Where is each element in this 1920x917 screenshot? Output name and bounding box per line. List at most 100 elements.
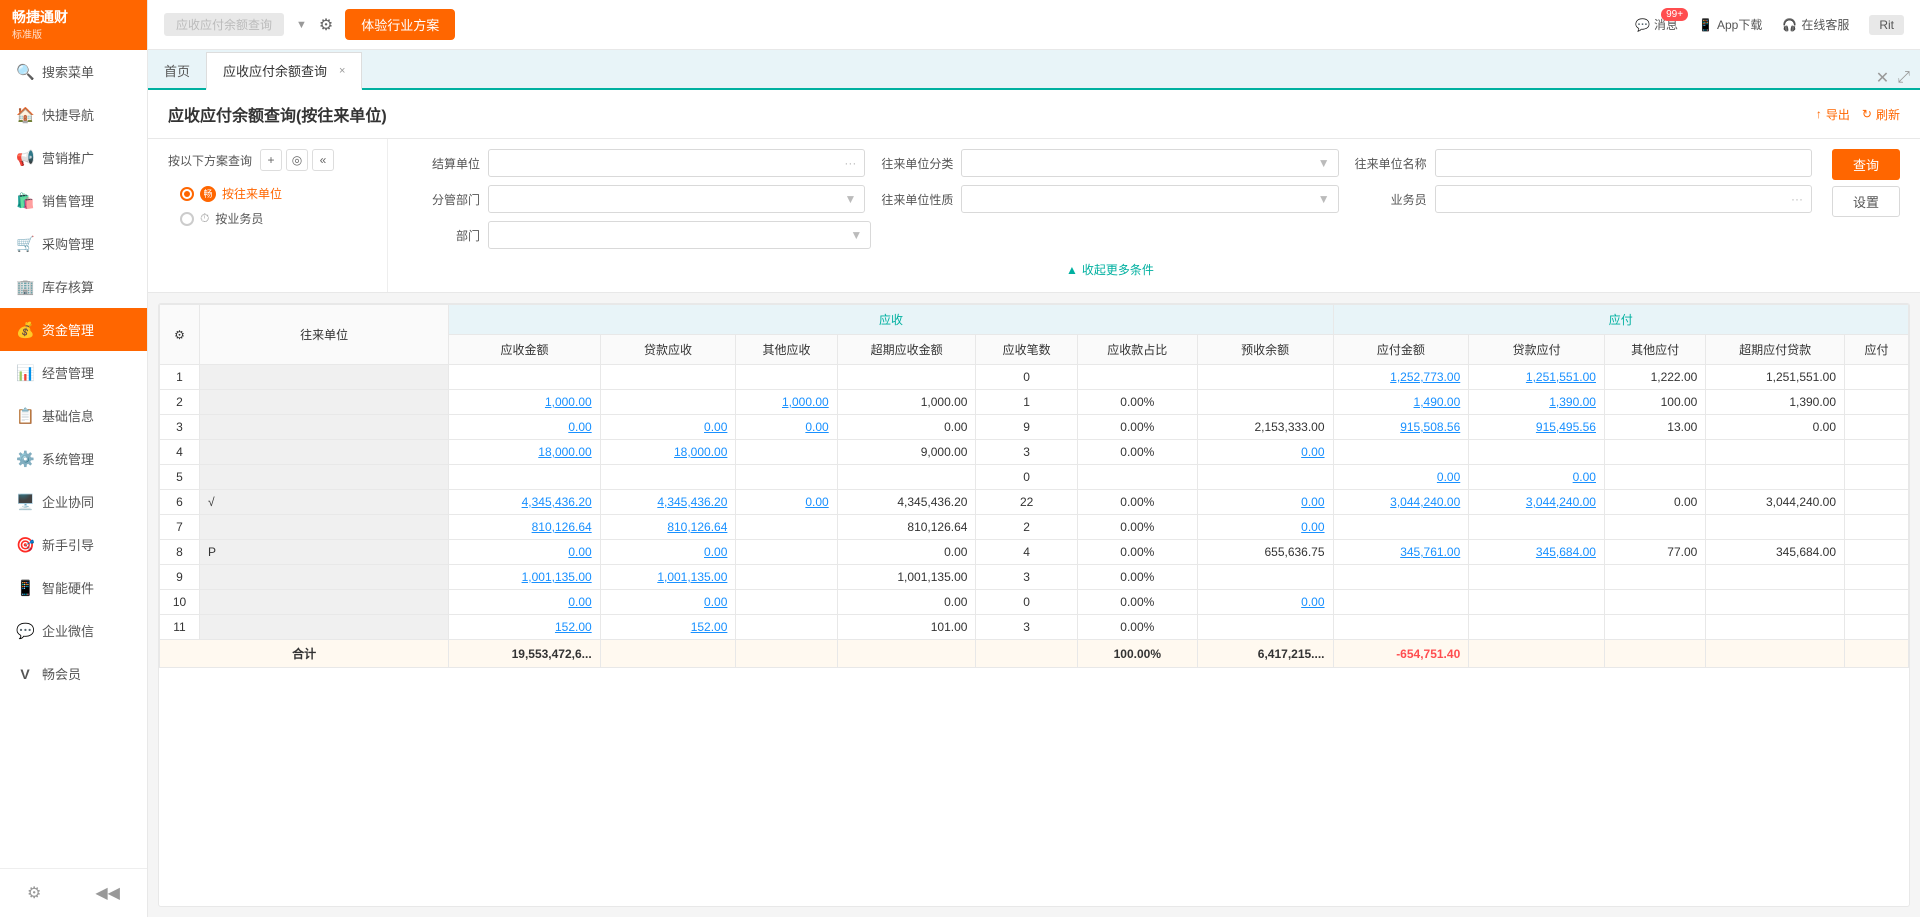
notification-badge: 99+ bbox=[1661, 8, 1688, 21]
salesperson-input[interactable]: ··· bbox=[1435, 185, 1812, 213]
partner-category-arrow: ▼ bbox=[1318, 156, 1330, 170]
partner-nature-input[interactable]: ▼ bbox=[961, 185, 1338, 213]
row-ar-count: 3 bbox=[976, 565, 1077, 590]
total-ap-overdue bbox=[1706, 640, 1845, 668]
add-scheme-icon[interactable]: + bbox=[260, 149, 282, 171]
row-ap-other: 77.00 bbox=[1604, 540, 1705, 565]
edit-scheme-icon[interactable]: ◎ bbox=[286, 149, 308, 171]
sidebar-item-inventory[interactable]: 🏢 库存核算 bbox=[0, 265, 147, 308]
row-ap-amount bbox=[1333, 615, 1469, 640]
notification-btn[interactable]: 💬 消息 99+ bbox=[1635, 16, 1678, 33]
total-ar-overdue bbox=[837, 640, 976, 668]
row-ar-loan: 0.00 bbox=[600, 415, 736, 440]
sidebar-item-purchase[interactable]: 🛒 采购管理 bbox=[0, 222, 147, 265]
set-button[interactable]: 设置 bbox=[1832, 186, 1900, 217]
settlement-dots: ··· bbox=[844, 156, 856, 170]
collapse-chevron-icon: ▲ bbox=[1066, 263, 1078, 277]
sidebar-item-smart-hw[interactable]: 📱 智能硬件 bbox=[0, 566, 147, 609]
finance-icon: 💰 bbox=[16, 321, 34, 339]
row-ar-ratio: 0.00% bbox=[1077, 515, 1197, 540]
tab-close-all-icon[interactable]: ✕ bbox=[1876, 68, 1889, 88]
sales-icon: 🛍️ bbox=[16, 192, 34, 210]
table-settings-icon[interactable]: ⚙ bbox=[174, 328, 185, 342]
row-ar-other bbox=[736, 365, 837, 390]
dept-input[interactable]: ▼ bbox=[488, 221, 871, 249]
row-ar-ratio: 0.00% bbox=[1077, 565, 1197, 590]
row-ar-loan: 4,345,436.20 bbox=[600, 490, 736, 515]
row-ar-ratio: 0.00% bbox=[1077, 590, 1197, 615]
row-ar-loan bbox=[600, 465, 736, 490]
th-settings[interactable]: ⚙ bbox=[160, 305, 200, 365]
row-ar-overdue: 0.00 bbox=[837, 540, 976, 565]
sidebar-item-operations[interactable]: 📊 经营管理 bbox=[0, 351, 147, 394]
dept-manager-input[interactable]: ▼ bbox=[488, 185, 865, 213]
sidebar-item-marketing[interactable]: 📢 营销推广 bbox=[0, 136, 147, 179]
row-ar-prepay: 0.00 bbox=[1197, 515, 1333, 540]
sidebar-item-basic-info[interactable]: 📋 基础信息 bbox=[0, 394, 147, 437]
tab-close-icon[interactable]: × bbox=[339, 65, 345, 77]
main-area: 应收应付余额查询 ▼ ⚙ 体验行业方案 💬 消息 99+ 📱 App下载 🎧 在… bbox=[148, 0, 1920, 917]
row-ap-suffix bbox=[1845, 440, 1909, 465]
row-ap-overdue bbox=[1706, 565, 1845, 590]
sidebar-item-enterprise[interactable]: 🖥️ 企业协同 bbox=[0, 480, 147, 523]
sidebar-item-label: 销售管理 bbox=[42, 191, 94, 210]
row-ap-loan: 1,251,551.00 bbox=[1469, 365, 1605, 390]
row-ar-ratio: 0.00% bbox=[1077, 390, 1197, 415]
sidebar-item-sales[interactable]: 🛍️ 销售管理 bbox=[0, 179, 147, 222]
sidebar-item-newbie[interactable]: 🎯 新手引导 bbox=[0, 523, 147, 566]
wechat-icon: 💬 bbox=[16, 622, 34, 640]
export-btn[interactable]: ↑ 导出 bbox=[1816, 106, 1850, 123]
sidebar-item-label: 新手引导 bbox=[42, 535, 94, 554]
query-button[interactable]: 查询 bbox=[1832, 149, 1900, 180]
scheme-by-partner[interactable]: 畅 按往来单位 bbox=[168, 181, 387, 206]
row-ap-other bbox=[1604, 440, 1705, 465]
settlement-input[interactable]: ··· bbox=[488, 149, 865, 177]
table-container[interactable]: ⚙ 往来单位 应收 应付 应收金额 贷款应收 其他应收 超期应收金额 应收笔数 … bbox=[158, 303, 1910, 907]
row-ap-amount: 345,761.00 bbox=[1333, 540, 1469, 565]
row-ap-loan bbox=[1469, 440, 1605, 465]
row-ar-prepay: 2,153,333.00 bbox=[1197, 415, 1333, 440]
total-ar-amount: 19,553,472,6... bbox=[449, 640, 600, 668]
user-avatar-btn[interactable]: Rit bbox=[1869, 15, 1904, 35]
sidebar-item-label: 基础信息 bbox=[42, 406, 94, 425]
expand-scheme-icon[interactable]: « bbox=[312, 149, 334, 171]
online-service-btn[interactable]: 🎧 在线客服 bbox=[1782, 16, 1849, 33]
sidebar-item-label: 智能硬件 bbox=[42, 578, 94, 597]
total-label-cell: 合计 bbox=[160, 640, 449, 668]
total-ap-other bbox=[1604, 640, 1705, 668]
topbar-dropdown-arrow[interactable]: ▼ bbox=[296, 19, 307, 31]
partner-name-input[interactable] bbox=[1435, 149, 1812, 177]
row-ap-suffix bbox=[1845, 415, 1909, 440]
tab-expand-icon[interactable]: ⤢ bbox=[1897, 69, 1910, 87]
row-ap-suffix bbox=[1845, 565, 1909, 590]
partner-category-input[interactable]: ▼ bbox=[961, 149, 1338, 177]
topbar-gear-icon[interactable]: ⚙ bbox=[319, 15, 333, 35]
sidebar-item-search-menu[interactable]: 🔍 搜索菜单 bbox=[0, 50, 147, 93]
sidebar-item-wechat[interactable]: 💬 企业微信 bbox=[0, 609, 147, 652]
scheme-by-partner-icon: 畅 bbox=[200, 186, 216, 202]
online-service-label: 在线客服 bbox=[1801, 16, 1849, 33]
row-ar-overdue bbox=[837, 365, 976, 390]
sidebar-item-vip[interactable]: V 畅会员 bbox=[0, 652, 147, 695]
row-ar-other: 1,000.00 bbox=[736, 390, 837, 415]
collapse-icon[interactable]: ◀◀ bbox=[89, 877, 126, 909]
salesperson-label: 业务员 bbox=[1355, 191, 1435, 208]
refresh-btn[interactable]: ↻ 刷新 bbox=[1862, 106, 1900, 123]
tab-home[interactable]: 首页 bbox=[148, 53, 206, 88]
trial-industry-btn[interactable]: 体验行业方案 bbox=[345, 9, 455, 40]
row-num: 11 bbox=[160, 615, 200, 640]
row-ap-overdue: 1,251,551.00 bbox=[1706, 365, 1845, 390]
row-ap-loan: 1,390.00 bbox=[1469, 390, 1605, 415]
row-ar-prepay: 0.00 bbox=[1197, 490, 1333, 515]
sidebar-item-system[interactable]: ⚙️ 系统管理 bbox=[0, 437, 147, 480]
th-ar-group: 应收 bbox=[449, 305, 1333, 335]
sidebar-item-finance[interactable]: 💰 资金管理 bbox=[0, 308, 147, 351]
tab-ar-ap-query[interactable]: 应收应付余额查询 × bbox=[206, 52, 362, 90]
sidebar-item-quick-nav[interactable]: 🏠 快捷导航 bbox=[0, 93, 147, 136]
filter-collapse-btn[interactable]: ▲ 收起更多条件 bbox=[408, 257, 1812, 282]
th-ap-group: 应付 bbox=[1333, 305, 1908, 335]
scheme-by-salesperson[interactable]: ⏱ 按业务员 bbox=[168, 206, 387, 231]
app-download-btn[interactable]: 📱 App下载 bbox=[1698, 16, 1762, 33]
settings-bottom-icon[interactable]: ⚙ bbox=[21, 877, 47, 909]
scheme-radio-active bbox=[180, 187, 194, 201]
